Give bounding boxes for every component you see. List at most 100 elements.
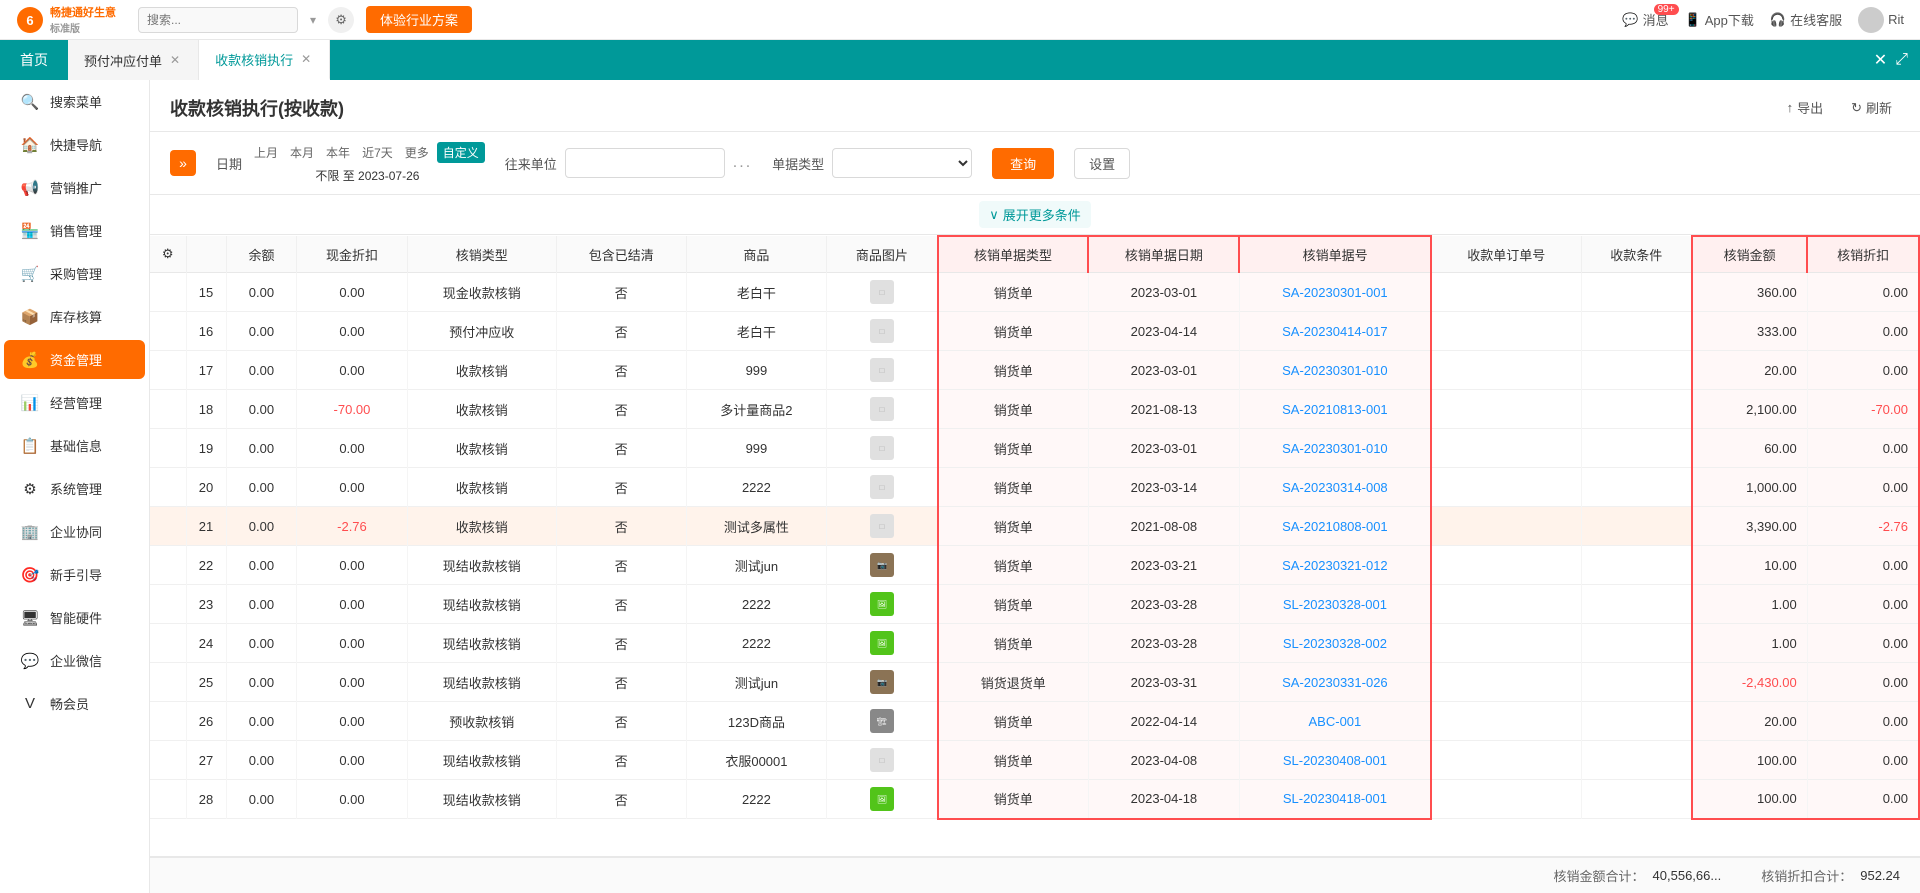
- tab-prepay[interactable]: 预付冲应付单 ✕: [68, 40, 199, 80]
- counterparty-dots[interactable]: ...: [733, 154, 752, 172]
- date-more[interactable]: 更多: [401, 142, 433, 163]
- sidebar-item-system[interactable]: ⚙ 系统管理: [4, 469, 145, 508]
- sidebar-item-wechat[interactable]: 💬 企业微信: [4, 641, 145, 680]
- col-voucher-no-cell[interactable]: SL-20230328-001: [1239, 585, 1431, 624]
- sidebar-item-member[interactable]: V 畅会员: [4, 684, 145, 723]
- smart-icon: 🖥: [20, 609, 40, 627]
- col-voucher-no-cell[interactable]: SL-20230408-001: [1239, 741, 1431, 780]
- col-voucher-no-cell[interactable]: SA-20230301-001: [1239, 273, 1431, 312]
- date-this-year[interactable]: 本年: [322, 142, 354, 163]
- sidebar-item-smart[interactable]: 🖥 智能硬件: [4, 598, 145, 637]
- message-button[interactable]: 💬 消息 99+: [1622, 10, 1668, 29]
- voucher-type-select[interactable]: [832, 148, 972, 178]
- col-voucher-date-cell: 2023-03-31: [1088, 663, 1239, 702]
- col-writeoff-type-cell: 现结收款核销: [407, 741, 556, 780]
- col-writeoff-type-cell: 收款核销: [407, 390, 556, 429]
- date-7days[interactable]: 近7天: [358, 142, 397, 163]
- col-voucher-no-cell[interactable]: SA-20230301-010: [1239, 351, 1431, 390]
- col-voucher-no-cell[interactable]: SL-20230328-002: [1239, 624, 1431, 663]
- filter-toggle-button[interactable]: »: [170, 150, 196, 176]
- col-writeoff-amount-cell: 3,390.00: [1692, 507, 1807, 546]
- sidebar-item-sales[interactable]: 🏪 销售管理: [4, 211, 145, 250]
- tab-expand-icon[interactable]: ⤢: [1895, 51, 1908, 69]
- export-button[interactable]: ↑ 导出: [1779, 94, 1832, 121]
- search-input[interactable]: [138, 7, 298, 33]
- app-download-button[interactable]: 📱 App下载: [1685, 10, 1754, 29]
- table-container[interactable]: ⚙ 余额 现金折扣 核销类型 包含已结清 商品 商品图片 核销单据类型 核销单据…: [150, 235, 1920, 856]
- col-writeoff-discount-cell: 0.00: [1807, 312, 1919, 351]
- col-goods-img-cell: □: [827, 741, 938, 780]
- col-receipt-terms-cell: [1581, 468, 1692, 507]
- tab-close-all-icon[interactable]: ✕: [1874, 50, 1887, 70]
- col-writeoff-amount-header: 核销金额: [1692, 236, 1807, 273]
- col-cash-discount-cell: 0.00: [297, 780, 407, 819]
- tab-close-writeoff[interactable]: ✕: [299, 50, 313, 68]
- sidebar-item-marketing[interactable]: 📢 营销推广: [4, 168, 145, 207]
- col-goods-cell: 衣服00001: [686, 741, 827, 780]
- col-voucher-no-header: 核销单据号: [1239, 236, 1431, 273]
- col-goods-img-cell: □: [827, 351, 938, 390]
- col-voucher-no-cell[interactable]: SA-20210813-001: [1239, 390, 1431, 429]
- col-voucher-no-cell[interactable]: SA-20230301-010: [1239, 429, 1431, 468]
- col-writeoff-type-cell: 现结收款核销: [407, 780, 556, 819]
- col-voucher-type-cell: 销货单: [938, 429, 1089, 468]
- col-goods-img-cell: 🖼: [827, 780, 938, 819]
- col-gear-cell: [150, 741, 186, 780]
- col-voucher-no-cell[interactable]: ABC-001: [1239, 702, 1431, 741]
- operations-icon: 📊: [20, 394, 40, 412]
- sidebar-item-operations[interactable]: 📊 经营管理: [4, 383, 145, 422]
- col-seq-cell: 21: [186, 507, 226, 546]
- col-cash-discount-cell: 0.00: [297, 663, 407, 702]
- date-this-month[interactable]: 本月: [286, 142, 318, 163]
- col-goods-cell: 2222: [686, 585, 827, 624]
- col-voucher-no-cell[interactable]: SA-20230321-012: [1239, 546, 1431, 585]
- expand-icon: ∨: [989, 207, 999, 223]
- sidebar-item-search[interactable]: 🔍 搜索菜单: [4, 82, 145, 121]
- sidebar-item-finance[interactable]: 💰 资金管理: [4, 340, 145, 379]
- col-voucher-no-cell[interactable]: SL-20230418-001: [1239, 780, 1431, 819]
- basics-icon: 📋: [20, 437, 40, 455]
- chevron-down-icon[interactable]: ▾: [310, 13, 316, 27]
- col-voucher-date-cell: 2023-03-28: [1088, 624, 1239, 663]
- col-voucher-no-cell[interactable]: SA-20230331-026: [1239, 663, 1431, 702]
- col-receipt-order-cell: [1431, 351, 1581, 390]
- user-avatar[interactable]: Rit: [1858, 7, 1904, 33]
- sidebar-item-purchase[interactable]: 🛒 采购管理: [4, 254, 145, 293]
- setting-button[interactable]: 设置: [1074, 148, 1130, 179]
- export-icon: ↑: [1787, 100, 1794, 115]
- sidebar-item-quicknav[interactable]: 🏠 快捷导航: [4, 125, 145, 164]
- settings-icon[interactable]: ⚙: [328, 7, 354, 33]
- col-balance-cell: 0.00: [226, 702, 297, 741]
- sidebar-item-newbie[interactable]: 🎯 新手引导: [4, 555, 145, 594]
- col-gear-cell: [150, 507, 186, 546]
- counterparty-input[interactable]: [565, 148, 725, 178]
- sidebar-item-enterprise[interactable]: 🏢 企业协同: [4, 512, 145, 551]
- filter-counterparty-section: 往来单位 ...: [505, 148, 752, 178]
- col-writeoff-discount-cell: -70.00: [1807, 390, 1919, 429]
- tab-close-prepay[interactable]: ✕: [168, 51, 182, 69]
- home-tab[interactable]: 首页: [0, 40, 68, 80]
- sidebar-item-basics[interactable]: 📋 基础信息: [4, 426, 145, 465]
- expand-conditions-button[interactable]: ∨ 展开更多条件: [979, 201, 1091, 228]
- refresh-button[interactable]: ↻ 刷新: [1843, 94, 1900, 121]
- col-voucher-no-cell[interactable]: SA-20230314-008: [1239, 468, 1431, 507]
- solution-button[interactable]: 体验行业方案: [366, 6, 472, 33]
- col-receipt-terms-header: 收款条件: [1581, 236, 1692, 273]
- col-gear-cell: [150, 780, 186, 819]
- date-last-month[interactable]: 上月: [250, 142, 282, 163]
- col-goods-cell: 测试jun: [686, 663, 827, 702]
- sidebar-item-inventory[interactable]: 📦 库存核算: [4, 297, 145, 336]
- query-button[interactable]: 查询: [992, 148, 1054, 179]
- date-custom[interactable]: 自定义: [437, 142, 485, 163]
- tab-writeoff[interactable]: 收款核销执行 ✕: [199, 40, 330, 80]
- col-goods-cell: 老白干: [686, 312, 827, 351]
- col-goods-cell: 999: [686, 351, 827, 390]
- gear-icon[interactable]: ⚙: [162, 246, 174, 261]
- online-service-button[interactable]: 🎧 在线客服: [1770, 10, 1842, 29]
- col-gear-header[interactable]: ⚙: [150, 236, 186, 273]
- col-include-settled-cell: 否: [556, 780, 686, 819]
- col-voucher-no-cell[interactable]: SA-20230414-017: [1239, 312, 1431, 351]
- col-goods-cell: 999: [686, 429, 827, 468]
- col-voucher-no-cell[interactable]: SA-20210808-001: [1239, 507, 1431, 546]
- col-include-settled-cell: 否: [556, 585, 686, 624]
